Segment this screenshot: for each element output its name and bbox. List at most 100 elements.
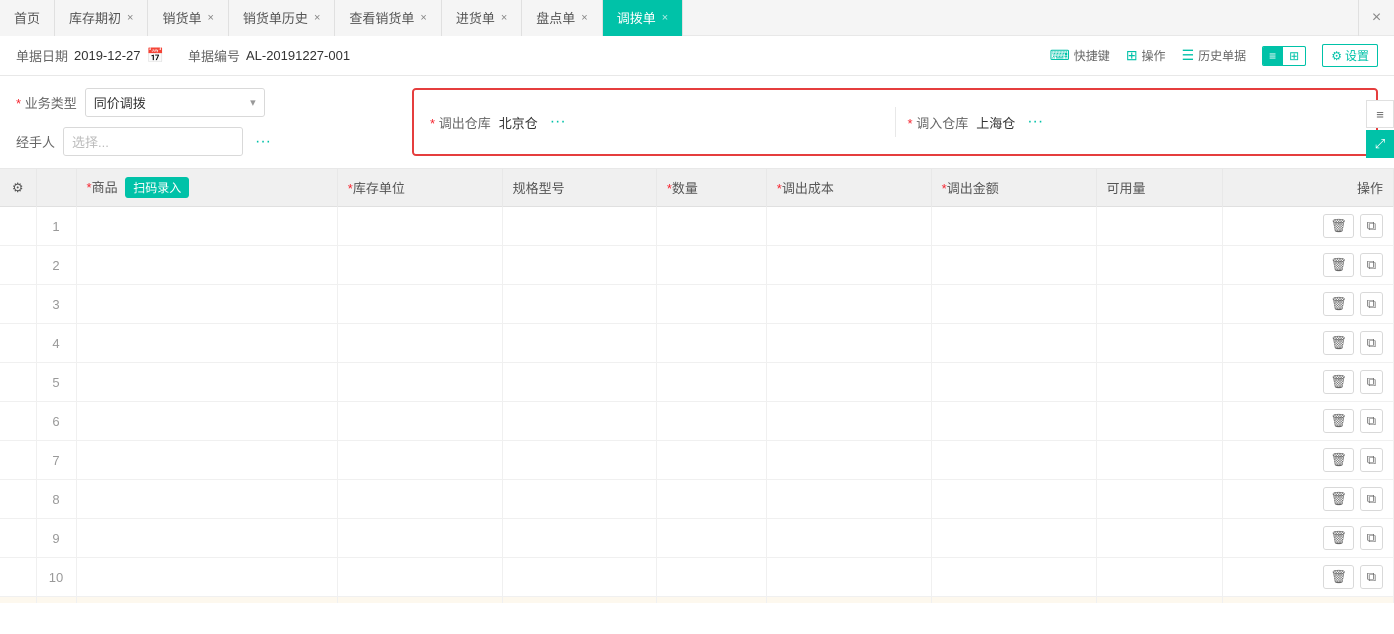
row-delete-btn[interactable]: 🗑 [1323,370,1354,394]
row-product-cell[interactable] [76,246,337,285]
row-delete-btn[interactable]: 🗑 [1323,565,1354,589]
col-settings-header[interactable]: ⚙ [0,169,36,207]
tab-inventory-init-close[interactable]: × [127,12,133,24]
row-amount-cell[interactable] [931,441,1096,480]
row-spec-cell[interactable] [502,207,656,246]
warehouse-out-more-icon[interactable]: ··· [550,113,566,131]
tab-sales-history-close[interactable]: × [314,12,320,24]
row-product-cell[interactable] [76,480,337,519]
sidebar-expand-btn[interactable]: ⤢ [1366,130,1394,158]
row-product-cell[interactable] [76,441,337,480]
tab-transfer[interactable]: 调拨单 × [603,0,683,36]
handler-more-icon[interactable]: ··· [255,133,271,151]
row-unit-cell[interactable] [337,285,502,324]
row-delete-btn[interactable]: 🗑 [1323,331,1354,355]
tab-inventory-init[interactable]: 库存期初 × [55,0,148,36]
shortcuts-btn[interactable]: ⌨ 快捷键 [1050,47,1110,64]
row-product-cell[interactable] [76,285,337,324]
tab-stocktake[interactable]: 盘点单 × [522,0,602,36]
view-list-btn[interactable]: ≡ [1263,47,1283,65]
tab-purchase-order-close[interactable]: × [501,12,507,24]
row-copy-btn[interactable]: ⧉ [1360,292,1383,316]
tab-sales-history[interactable]: 销货单历史 × [229,0,335,36]
row-spec-cell[interactable] [502,285,656,324]
row-qty-cell[interactable] [656,519,766,558]
window-close-btn[interactable]: × [1358,0,1394,36]
settings-btn[interactable]: ⚙ 设置 [1322,44,1378,67]
row-qty-cell[interactable] [656,324,766,363]
row-cost-cell[interactable] [766,402,931,441]
row-delete-btn[interactable]: 🗑 [1323,292,1354,316]
row-copy-btn[interactable]: ⧉ [1360,409,1383,433]
row-unit-cell[interactable] [337,519,502,558]
tab-sales-order[interactable]: 销货单 × [148,0,228,36]
row-product-cell[interactable] [76,324,337,363]
row-copy-btn[interactable]: ⧉ [1360,214,1383,238]
row-product-cell[interactable] [76,207,337,246]
tab-transfer-close[interactable]: × [662,12,668,24]
row-product-cell[interactable] [76,363,337,402]
row-amount-cell[interactable] [931,519,1096,558]
row-cost-cell[interactable] [766,441,931,480]
row-copy-btn[interactable]: ⧉ [1360,331,1383,355]
row-spec-cell[interactable] [502,519,656,558]
row-unit-cell[interactable] [337,363,502,402]
view-grid-btn[interactable]: ⊞ [1283,47,1305,65]
row-spec-cell[interactable] [502,324,656,363]
warehouse-in-more-icon[interactable]: ··· [1027,113,1043,131]
business-type-select[interactable]: 同价调拨 ▾ [85,88,265,117]
row-delete-btn[interactable]: 🗑 [1323,214,1354,238]
row-delete-btn[interactable]: 🗑 [1323,253,1354,277]
row-product-cell[interactable] [76,558,337,597]
row-qty-cell[interactable] [656,441,766,480]
row-qty-cell[interactable] [656,246,766,285]
tab-sales-order-close[interactable]: × [207,12,213,24]
row-spec-cell[interactable] [502,246,656,285]
row-spec-cell[interactable] [502,480,656,519]
row-copy-btn[interactable]: ⧉ [1360,253,1383,277]
row-spec-cell[interactable] [502,441,656,480]
calendar-icon[interactable]: 📅 [147,47,164,64]
row-product-cell[interactable] [76,402,337,441]
row-cost-cell[interactable] [766,558,931,597]
row-unit-cell[interactable] [337,441,502,480]
row-amount-cell[interactable] [931,558,1096,597]
row-qty-cell[interactable] [656,285,766,324]
row-cost-cell[interactable] [766,246,931,285]
row-copy-btn[interactable]: ⧉ [1360,487,1383,511]
row-copy-btn[interactable]: ⧉ [1360,565,1383,589]
row-unit-cell[interactable] [337,558,502,597]
gear-icon[interactable]: ⚙ [12,180,24,196]
row-cost-cell[interactable] [766,285,931,324]
handler-select[interactable]: 选择... [63,127,243,156]
row-qty-cell[interactable] [656,480,766,519]
row-spec-cell[interactable] [502,363,656,402]
row-copy-btn[interactable]: ⧉ [1360,526,1383,550]
row-unit-cell[interactable] [337,480,502,519]
row-qty-cell[interactable] [656,402,766,441]
table-scroll-container[interactable]: ⚙ *商品 扫码录入 *库存单位 规格型号 *数量 [0,169,1394,603]
row-cost-cell[interactable] [766,480,931,519]
sidebar-list-btn[interactable]: ≡ [1366,100,1394,128]
row-amount-cell[interactable] [931,363,1096,402]
row-qty-cell[interactable] [656,207,766,246]
row-cost-cell[interactable] [766,519,931,558]
tab-purchase-order[interactable]: 进货单 × [442,0,522,36]
row-product-cell[interactable] [76,519,337,558]
row-qty-cell[interactable] [656,558,766,597]
row-amount-cell[interactable] [931,246,1096,285]
row-amount-cell[interactable] [931,285,1096,324]
row-cost-cell[interactable] [766,324,931,363]
row-unit-cell[interactable] [337,402,502,441]
row-delete-btn[interactable]: 🗑 [1323,448,1354,472]
row-delete-btn[interactable]: 🗑 [1323,409,1354,433]
history-btn[interactable]: ☰ 历史单据 [1182,47,1247,64]
row-amount-cell[interactable] [931,207,1096,246]
scan-btn[interactable]: 扫码录入 [125,177,189,198]
row-cost-cell[interactable] [766,363,931,402]
row-delete-btn[interactable]: 🗑 [1323,487,1354,511]
row-amount-cell[interactable] [931,402,1096,441]
row-copy-btn[interactable]: ⧉ [1360,448,1383,472]
row-unit-cell[interactable] [337,324,502,363]
row-cost-cell[interactable] [766,207,931,246]
